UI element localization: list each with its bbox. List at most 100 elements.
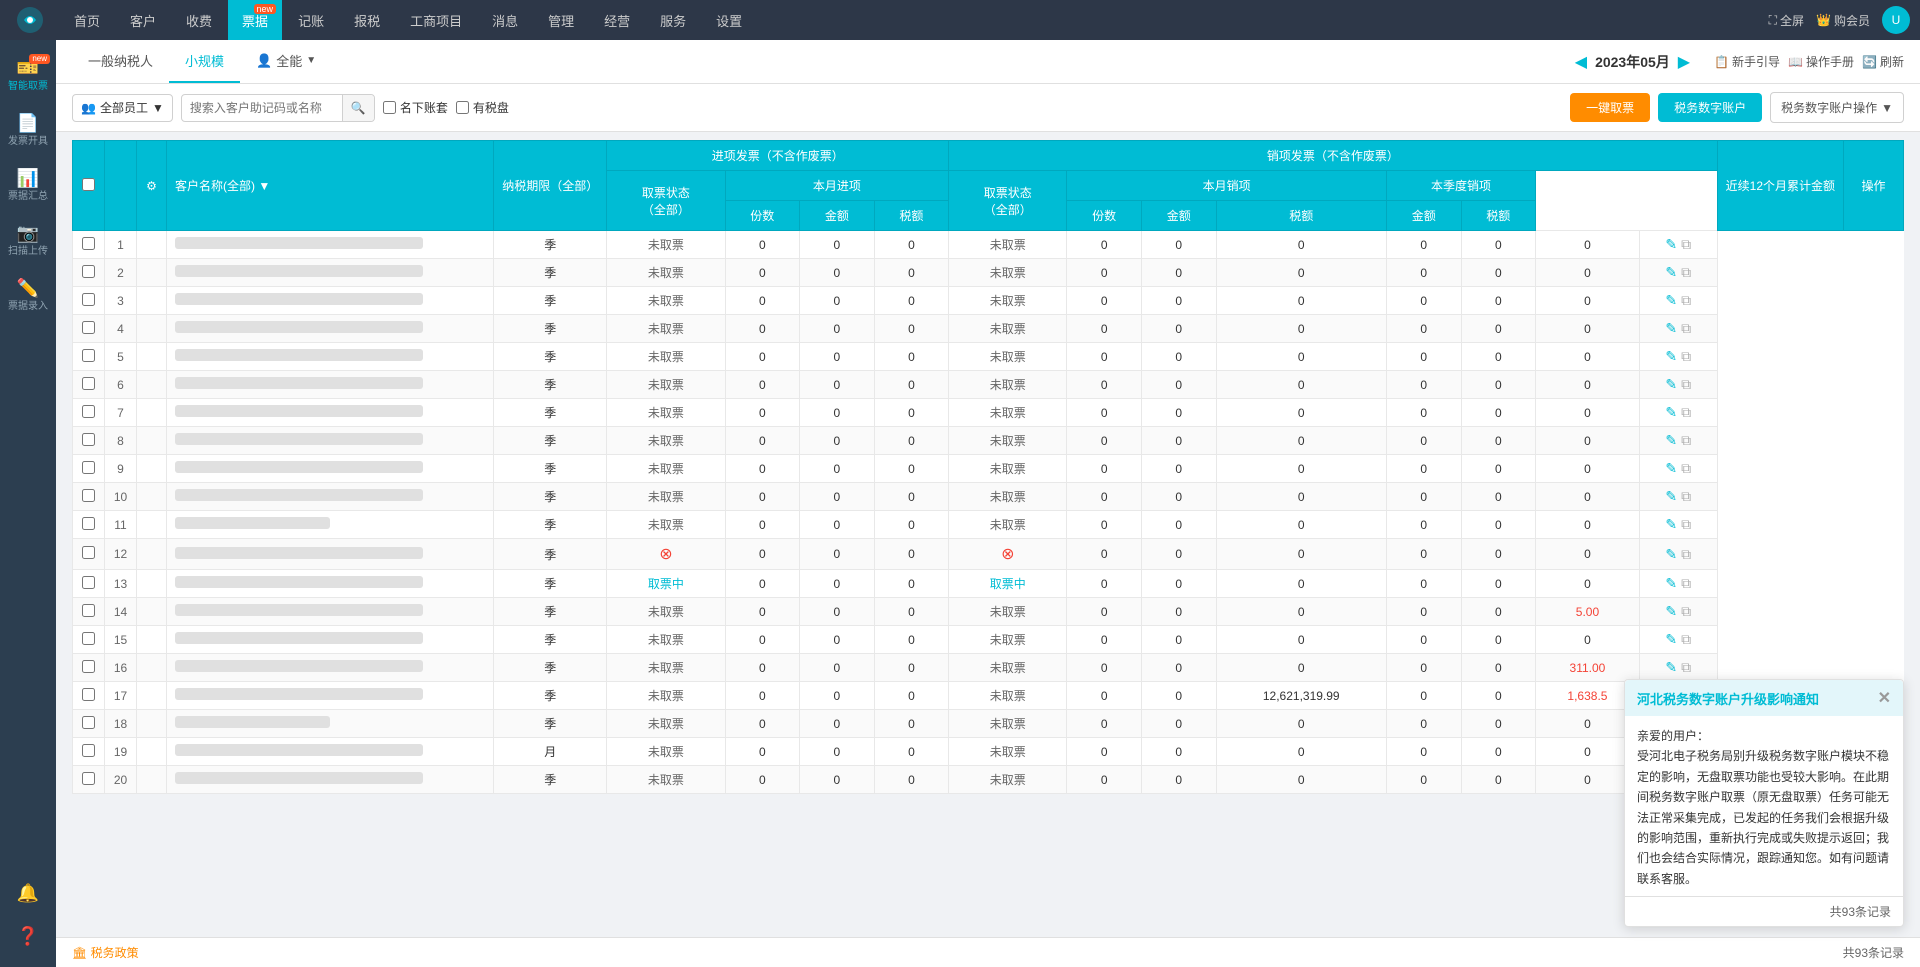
nav-tax[interactable]: 报税 bbox=[340, 0, 394, 40]
row-checkbox[interactable] bbox=[82, 489, 95, 502]
row-in-status[interactable]: 取票中 bbox=[607, 570, 725, 598]
row-in-status[interactable]: 未取票 bbox=[607, 231, 725, 259]
tax-policy-link[interactable]: 🏛 税务政策 bbox=[72, 944, 139, 961]
row-checkbox[interactable] bbox=[82, 237, 95, 250]
row-checkbox[interactable] bbox=[82, 377, 95, 390]
row-out-status[interactable]: 未取票 bbox=[949, 598, 1067, 626]
fullscreen-btn[interactable]: ⛶ 全屏 bbox=[1769, 12, 1804, 29]
th-customer-name[interactable]: 客户名称(全部) ▼ bbox=[167, 141, 494, 231]
nav-invoice[interactable]: 票据 new bbox=[228, 0, 282, 40]
edit-icon[interactable]: ✎ bbox=[1665, 236, 1677, 253]
sidebar-item-invoice-entry[interactable]: ✏️ 票据录入 bbox=[2, 270, 54, 321]
edit-icon[interactable]: ✎ bbox=[1665, 631, 1677, 648]
row-checkbox[interactable] bbox=[82, 604, 95, 617]
manual-btn[interactable]: 📖 操作手册 bbox=[1788, 53, 1854, 70]
row-checkbox[interactable] bbox=[82, 321, 95, 334]
row-in-status[interactable]: 未取票 bbox=[607, 287, 725, 315]
copy-icon[interactable]: ⧉ bbox=[1681, 348, 1691, 365]
row-out-status[interactable]: 未取票 bbox=[949, 738, 1067, 766]
th-out-status[interactable]: 取票状态（全部） bbox=[949, 171, 1067, 231]
row-in-status[interactable]: ⊗ bbox=[607, 539, 725, 570]
copy-icon[interactable]: ⧉ bbox=[1681, 264, 1691, 281]
copy-icon[interactable]: ⧉ bbox=[1681, 516, 1691, 533]
row-out-status[interactable]: 未取票 bbox=[949, 315, 1067, 343]
row-checkbox[interactable] bbox=[82, 576, 95, 589]
edit-icon[interactable]: ✎ bbox=[1665, 603, 1677, 620]
under-account-checkbox[interactable] bbox=[383, 101, 396, 114]
row-checkbox[interactable] bbox=[82, 517, 95, 530]
row-checkbox[interactable] bbox=[82, 461, 95, 474]
row-out-status[interactable]: 未取票 bbox=[949, 483, 1067, 511]
user-avatar[interactable]: U bbox=[1882, 6, 1910, 34]
row-out-status[interactable]: 未取票 bbox=[949, 399, 1067, 427]
search-input[interactable] bbox=[182, 101, 342, 115]
row-checkbox[interactable] bbox=[82, 405, 95, 418]
edit-icon[interactable]: ✎ bbox=[1665, 264, 1677, 281]
row-in-status[interactable]: 未取票 bbox=[607, 710, 725, 738]
row-out-status[interactable]: 未取票 bbox=[949, 343, 1067, 371]
row-in-status[interactable]: 未取票 bbox=[607, 738, 725, 766]
edit-icon[interactable]: ✎ bbox=[1665, 320, 1677, 337]
new-guide-btn[interactable]: 📋 新手引导 bbox=[1714, 53, 1780, 70]
row-out-status[interactable]: 未取票 bbox=[949, 682, 1067, 710]
row-out-status[interactable]: 未取票 bbox=[949, 287, 1067, 315]
employee-filter[interactable]: 👥 全部员工 ▼ bbox=[72, 94, 173, 122]
search-button[interactable]: 🔍 bbox=[342, 94, 374, 122]
nav-settings[interactable]: 设置 bbox=[702, 0, 756, 40]
row-in-status[interactable]: 未取票 bbox=[607, 766, 725, 794]
row-in-status[interactable]: 未取票 bbox=[607, 427, 725, 455]
digital-account-btn[interactable]: 税务数字账户 bbox=[1658, 93, 1762, 122]
copy-icon[interactable]: ⧉ bbox=[1681, 603, 1691, 620]
copy-icon[interactable]: ⧉ bbox=[1681, 631, 1691, 648]
row-checkbox[interactable] bbox=[82, 772, 95, 785]
select-all-checkbox[interactable] bbox=[82, 178, 95, 191]
edit-icon[interactable]: ✎ bbox=[1665, 376, 1677, 393]
row-in-status[interactable]: 未取票 bbox=[607, 598, 725, 626]
edit-icon[interactable]: ✎ bbox=[1665, 460, 1677, 477]
row-checkbox[interactable] bbox=[82, 716, 95, 729]
row-in-status[interactable]: 未取票 bbox=[607, 483, 725, 511]
subtab-small[interactable]: 小规模 bbox=[169, 41, 240, 83]
copy-icon[interactable]: ⧉ bbox=[1681, 460, 1691, 477]
vip-btn[interactable]: 👑 购会员 bbox=[1816, 12, 1870, 29]
row-checkbox[interactable] bbox=[82, 688, 95, 701]
row-in-status[interactable]: 未取票 bbox=[607, 455, 725, 483]
row-in-status[interactable]: 未取票 bbox=[607, 259, 725, 287]
row-checkbox[interactable] bbox=[82, 744, 95, 757]
subtab-all[interactable]: 👤 全能 ▼ bbox=[240, 41, 332, 83]
row-in-status[interactable]: 未取票 bbox=[607, 682, 725, 710]
one-click-fetch-btn[interactable]: 一键取票 bbox=[1570, 93, 1650, 122]
copy-icon[interactable]: ⧉ bbox=[1681, 376, 1691, 393]
nav-billing[interactable]: 收费 bbox=[172, 0, 226, 40]
row-in-status[interactable]: 未取票 bbox=[607, 511, 725, 539]
row-out-status[interactable]: 未取票 bbox=[949, 766, 1067, 794]
row-out-status[interactable]: ⊗ bbox=[949, 539, 1067, 570]
edit-icon[interactable]: ✎ bbox=[1665, 516, 1677, 533]
subtab-general[interactable]: 一般纳税人 bbox=[72, 41, 169, 83]
row-checkbox[interactable] bbox=[82, 265, 95, 278]
row-checkbox[interactable] bbox=[82, 660, 95, 673]
th-in-status[interactable]: 取票状态（全部） bbox=[607, 171, 725, 231]
row-in-status[interactable]: 未取票 bbox=[607, 343, 725, 371]
row-out-status[interactable]: 未取票 bbox=[949, 231, 1067, 259]
row-out-status[interactable]: 取票中 bbox=[949, 570, 1067, 598]
digital-account-operations-btn[interactable]: 税务数字账户操作 ▼ bbox=[1770, 92, 1904, 123]
sidebar-item-smart-ticket[interactable]: 🎫 new 智能取票 bbox=[2, 50, 54, 101]
copy-icon[interactable]: ⧉ bbox=[1681, 546, 1691, 563]
row-in-status[interactable]: 未取票 bbox=[607, 315, 725, 343]
nav-customer[interactable]: 客户 bbox=[116, 0, 170, 40]
edit-icon[interactable]: ✎ bbox=[1665, 348, 1677, 365]
sidebar-item-help[interactable]: ❓ bbox=[2, 918, 54, 957]
popup-close-btn[interactable]: ✕ bbox=[1878, 688, 1891, 708]
row-out-status[interactable]: 未取票 bbox=[949, 427, 1067, 455]
row-out-status[interactable]: 未取票 bbox=[949, 511, 1067, 539]
nav-operation[interactable]: 经营 bbox=[590, 0, 644, 40]
copy-icon[interactable]: ⧉ bbox=[1681, 320, 1691, 337]
row-in-status[interactable]: 未取票 bbox=[607, 371, 725, 399]
row-checkbox[interactable] bbox=[82, 632, 95, 645]
copy-icon[interactable]: ⧉ bbox=[1681, 292, 1691, 309]
copy-icon[interactable]: ⧉ bbox=[1681, 236, 1691, 253]
edit-icon[interactable]: ✎ bbox=[1665, 404, 1677, 421]
row-in-status[interactable]: 未取票 bbox=[607, 399, 725, 427]
row-checkbox[interactable] bbox=[82, 293, 95, 306]
